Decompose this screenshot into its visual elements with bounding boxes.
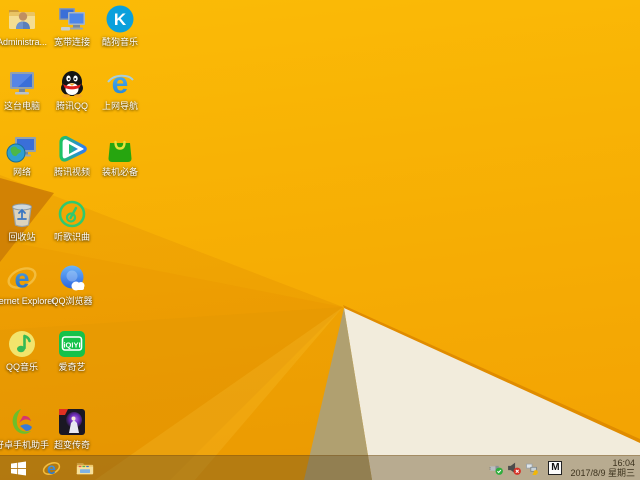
desktop-icon-label: 网络 xyxy=(13,167,31,178)
qq-music-icon xyxy=(6,328,38,360)
desktop-icon-label: 回收站 xyxy=(8,232,35,243)
desktop-icon-label: 上网导航 xyxy=(102,101,138,112)
network-warning-icon[interactable] xyxy=(525,461,539,475)
svg-text:iQIYI: iQIYI xyxy=(63,341,80,350)
chaobian-chuanqi[interactable]: 超变传奇 xyxy=(35,406,109,451)
svg-text:e: e xyxy=(14,264,29,294)
iqiyi[interactable]: iQIYI 爱奇艺 xyxy=(35,328,109,373)
taskbar-clock[interactable]: 16:04 2017/8/9 星期三 xyxy=(570,458,640,479)
network-globe-icon xyxy=(6,133,38,165)
desktop[interactable]: Administra...宽带连接K酷狗音乐这台电脑腾讯QQe上网导航网络腾讯视… xyxy=(0,0,640,480)
music-recognize-icon xyxy=(56,198,88,230)
computer-icon xyxy=(6,67,38,99)
desktop-icon-label: 爱奇艺 xyxy=(58,362,85,373)
desktop-icon-label: 听歌识曲 xyxy=(54,232,90,243)
svg-text:e: e xyxy=(47,460,56,478)
volume-muted-icon[interactable] xyxy=(507,461,521,475)
internet-navigation[interactable]: e 上网导航 xyxy=(83,67,157,112)
e-nav-icon: e xyxy=(104,67,136,99)
game-legend-icon xyxy=(56,406,88,438)
recycle-bin-icon xyxy=(6,198,38,230)
qq-browser[interactable]: QQ浏览器 xyxy=(35,262,109,307)
tingge-shiqu[interactable]: 听歌识曲 xyxy=(35,198,109,243)
svg-text:e: e xyxy=(112,67,129,99)
desktop-icon-label: QQ音乐 xyxy=(6,362,38,373)
zhuangji-bibei[interactable]: 装机必备 xyxy=(83,133,157,178)
ie-icon: e xyxy=(6,262,38,294)
usb-safely-remove-icon[interactable] xyxy=(489,461,503,475)
user-folder-icon xyxy=(6,3,38,35)
clock-date: 2017/8/9 星期三 xyxy=(570,468,635,479)
desktop-icon-label: 超变传奇 xyxy=(54,440,90,451)
desktop-icon-label: 装机必备 xyxy=(102,167,138,178)
green-bag-icon xyxy=(104,133,136,165)
iqiyi-icon: iQIYI xyxy=(56,328,88,360)
ime-indicator[interactable]: M xyxy=(548,461,562,475)
system-tray: M 16:04 2017/8/9 星期三 xyxy=(489,456,640,480)
desktop-icon-label: 酷狗音乐 xyxy=(102,37,138,48)
taskbar[interactable]: e M 16:04 2017/8/9 星期三 xyxy=(0,455,640,480)
taskbar-file-explorer[interactable] xyxy=(69,456,101,480)
haozhuo-icon xyxy=(6,406,38,438)
taskbar-internet-explorer[interactable]: e xyxy=(37,456,65,480)
start-button[interactable] xyxy=(3,456,33,480)
clock-time: 16:04 xyxy=(570,458,635,469)
kugou-icon: K xyxy=(104,3,136,35)
desktop-icon-label: QQ浏览器 xyxy=(51,296,92,307)
kugou-music[interactable]: K 酷狗音乐 xyxy=(83,3,157,48)
qq-browser-icon xyxy=(56,262,88,294)
svg-text:K: K xyxy=(114,10,127,29)
